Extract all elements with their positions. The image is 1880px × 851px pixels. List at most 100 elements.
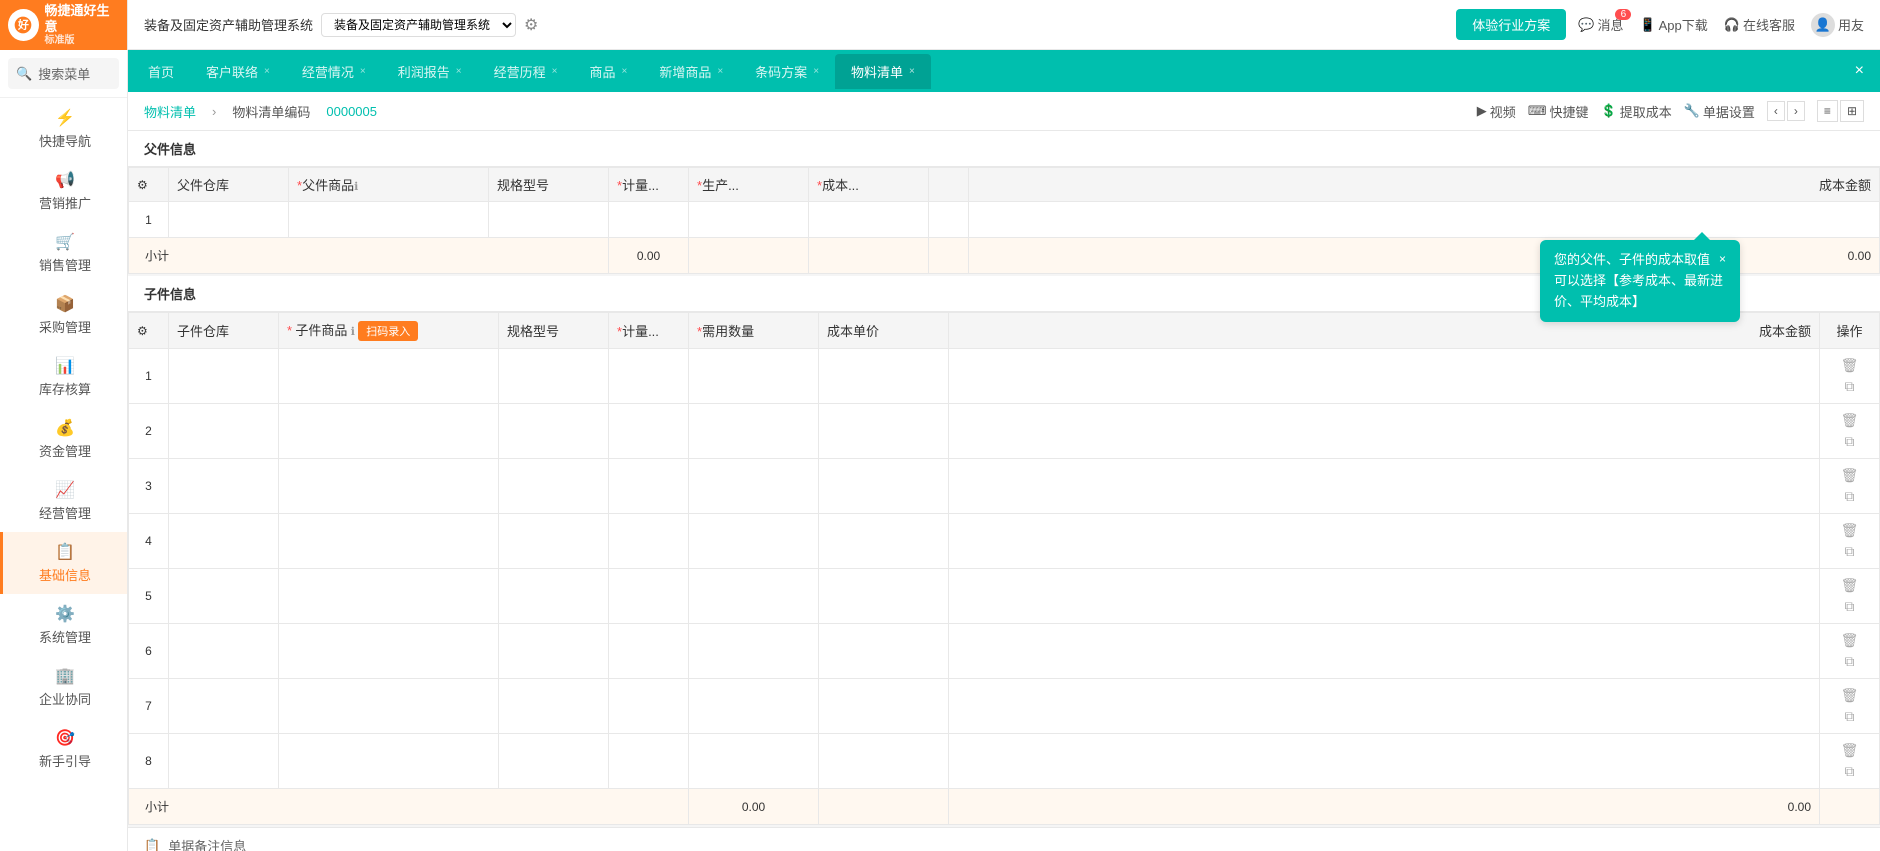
- child-cell-warehouse-7[interactable]: [169, 679, 279, 734]
- tab-home[interactable]: 首页: [132, 54, 190, 89]
- trial-button[interactable]: 体验行业方案: [1456, 9, 1566, 40]
- child-cell-spec-2[interactable]: [499, 404, 609, 459]
- child-cell-cost-amount-1[interactable]: [949, 349, 1820, 404]
- child-cell-unit-cost-5[interactable]: [819, 569, 949, 624]
- sidebar-item-finance[interactable]: 💰 资金管理: [0, 408, 127, 470]
- child-cell-warehouse-4[interactable]: [169, 514, 279, 569]
- child-cell-cost-amount-5[interactable]: [949, 569, 1820, 624]
- delete-row-7[interactable]: 🗑: [1837, 685, 1863, 706]
- child-cell-spec-7[interactable]: [499, 679, 609, 734]
- child-cell-warehouse-8[interactable]: [169, 734, 279, 789]
- child-cell-spec-3[interactable]: [499, 459, 609, 514]
- online-service-button[interactable]: 🎧 在线客服: [1724, 15, 1795, 34]
- parent-cell-warehouse-1[interactable]: [169, 202, 289, 238]
- close-tab-new-products[interactable]: ×: [717, 66, 723, 77]
- search-menu-button[interactable]: 🔍 搜索菜单: [8, 58, 119, 89]
- app-download-button[interactable]: 📱 App下载: [1639, 15, 1707, 34]
- child-cell-spec-6[interactable]: [499, 624, 609, 679]
- child-cell-cost-amount-7[interactable]: [949, 679, 1820, 734]
- close-tab-customers[interactable]: ×: [264, 66, 270, 77]
- single-settings-button[interactable]: 🔧 单据设置: [1684, 102, 1755, 121]
- child-cell-unit-6[interactable]: [609, 624, 689, 679]
- child-cell-unit-cost-8[interactable]: [819, 734, 949, 789]
- delete-row-8[interactable]: 🗑: [1837, 740, 1863, 761]
- copy-row-4[interactable]: ⧉: [1841, 541, 1859, 562]
- child-cell-cost-amount-4[interactable]: [949, 514, 1820, 569]
- child-cell-qty-8[interactable]: [689, 734, 819, 789]
- system-selector[interactable]: 装备及固定资产辅助管理系统: [321, 13, 516, 37]
- child-cell-unit-5[interactable]: [609, 569, 689, 624]
- child-th-gear[interactable]: ⚙: [129, 313, 169, 349]
- copy-row-3[interactable]: ⧉: [1841, 486, 1859, 507]
- close-all-tabs[interactable]: ×: [1847, 50, 1872, 92]
- sidebar-item-quick-nav[interactable]: ⚡ 快捷导航: [0, 98, 127, 160]
- child-cell-cost-amount-6[interactable]: [949, 624, 1820, 679]
- child-cell-unit-cost-6[interactable]: [819, 624, 949, 679]
- child-cell-unit-2[interactable]: [609, 404, 689, 459]
- child-cell-warehouse-3[interactable]: [169, 459, 279, 514]
- child-cell-qty-3[interactable]: [689, 459, 819, 514]
- child-cell-cost-amount-8[interactable]: [949, 734, 1820, 789]
- copy-row-6[interactable]: ⧉: [1841, 651, 1859, 672]
- child-cell-unit-8[interactable]: [609, 734, 689, 789]
- tab-products[interactable]: 商品 ×: [573, 54, 643, 89]
- copy-row-2[interactable]: ⧉: [1841, 431, 1859, 452]
- tab-operations-status[interactable]: 经营情况 ×: [286, 54, 382, 89]
- child-cell-unit-cost-1[interactable]: [819, 349, 949, 404]
- shortcut-button[interactable]: ⌨ 快捷键: [1528, 102, 1589, 121]
- child-cell-spec-5[interactable]: [499, 569, 609, 624]
- copy-row-8[interactable]: ⧉: [1841, 761, 1859, 782]
- child-cell-product-8[interactable]: [279, 734, 499, 789]
- close-tab-history[interactable]: ×: [552, 66, 558, 77]
- child-cell-spec-1[interactable]: [499, 349, 609, 404]
- child-cell-qty-1[interactable]: [689, 349, 819, 404]
- sidebar-item-basic-info[interactable]: 📋 基础信息: [0, 532, 127, 594]
- child-cell-spec-4[interactable]: [499, 514, 609, 569]
- tab-customers[interactable]: 客户联络 ×: [190, 54, 286, 89]
- tooltip-close-button[interactable]: ×: [1719, 250, 1726, 269]
- close-tab-profit[interactable]: ×: [456, 66, 462, 77]
- sidebar-item-guide[interactable]: 🎯 新手引导: [0, 718, 127, 780]
- copy-row-1[interactable]: ⧉: [1841, 376, 1859, 397]
- copy-row-5[interactable]: ⧉: [1841, 596, 1859, 617]
- close-tab-products[interactable]: ×: [621, 66, 627, 77]
- extract-cost-button[interactable]: 💲 提取成本: [1601, 102, 1672, 121]
- child-cell-qty-5[interactable]: [689, 569, 819, 624]
- next-doc-button[interactable]: ›: [1787, 101, 1805, 121]
- tab-new-products[interactable]: 新增商品 ×: [643, 54, 739, 89]
- child-cell-unit-cost-2[interactable]: [819, 404, 949, 459]
- child-cell-cost-amount-3[interactable]: [949, 459, 1820, 514]
- child-cell-qty-2[interactable]: [689, 404, 819, 459]
- view-video-button[interactable]: ▶ 视频: [1477, 102, 1516, 121]
- scan-input-button[interactable]: 扫码录入: [358, 321, 418, 341]
- delete-row-1[interactable]: 🗑: [1837, 355, 1863, 376]
- copy-row-7[interactable]: ⧉: [1841, 706, 1859, 727]
- sidebar-item-sales[interactable]: 🛒 销售管理: [0, 222, 127, 284]
- close-tab-operations-status[interactable]: ×: [360, 66, 366, 77]
- tab-bom[interactable]: 物料清单 ×: [835, 54, 931, 89]
- child-cell-unit-7[interactable]: [609, 679, 689, 734]
- delete-row-2[interactable]: 🗑: [1837, 410, 1863, 431]
- delete-row-4[interactable]: 🗑: [1837, 520, 1863, 541]
- grid-view-button[interactable]: ⊞: [1840, 100, 1864, 122]
- tab-profit[interactable]: 利润报告 ×: [382, 54, 478, 89]
- tab-history[interactable]: 经营历程 ×: [478, 54, 574, 89]
- sidebar-item-system[interactable]: ⚙️ 系统管理: [0, 594, 127, 656]
- sidebar-item-purchase[interactable]: 📦 采购管理: [0, 284, 127, 346]
- prev-doc-button[interactable]: ‹: [1767, 101, 1785, 121]
- tab-barcode[interactable]: 条码方案 ×: [739, 54, 835, 89]
- parent-cell-cost-1[interactable]: [809, 202, 929, 238]
- child-cell-product-2[interactable]: [279, 404, 499, 459]
- list-view-button[interactable]: ≡: [1817, 100, 1838, 122]
- child-cell-product-1[interactable]: [279, 349, 499, 404]
- sidebar-item-operations[interactable]: 📈 经营管理: [0, 470, 127, 532]
- child-cell-qty-6[interactable]: [689, 624, 819, 679]
- child-cell-unit-cost-4[interactable]: [819, 514, 949, 569]
- parent-cell-product-1[interactable]: [289, 202, 489, 238]
- child-cell-warehouse-5[interactable]: [169, 569, 279, 624]
- child-cell-spec-8[interactable]: [499, 734, 609, 789]
- sidebar-item-inventory[interactable]: 📊 库存核算: [0, 346, 127, 408]
- child-cell-warehouse-2[interactable]: [169, 404, 279, 459]
- delete-row-5[interactable]: 🗑: [1837, 575, 1863, 596]
- message-button[interactable]: 💬 消息 6: [1578, 15, 1623, 34]
